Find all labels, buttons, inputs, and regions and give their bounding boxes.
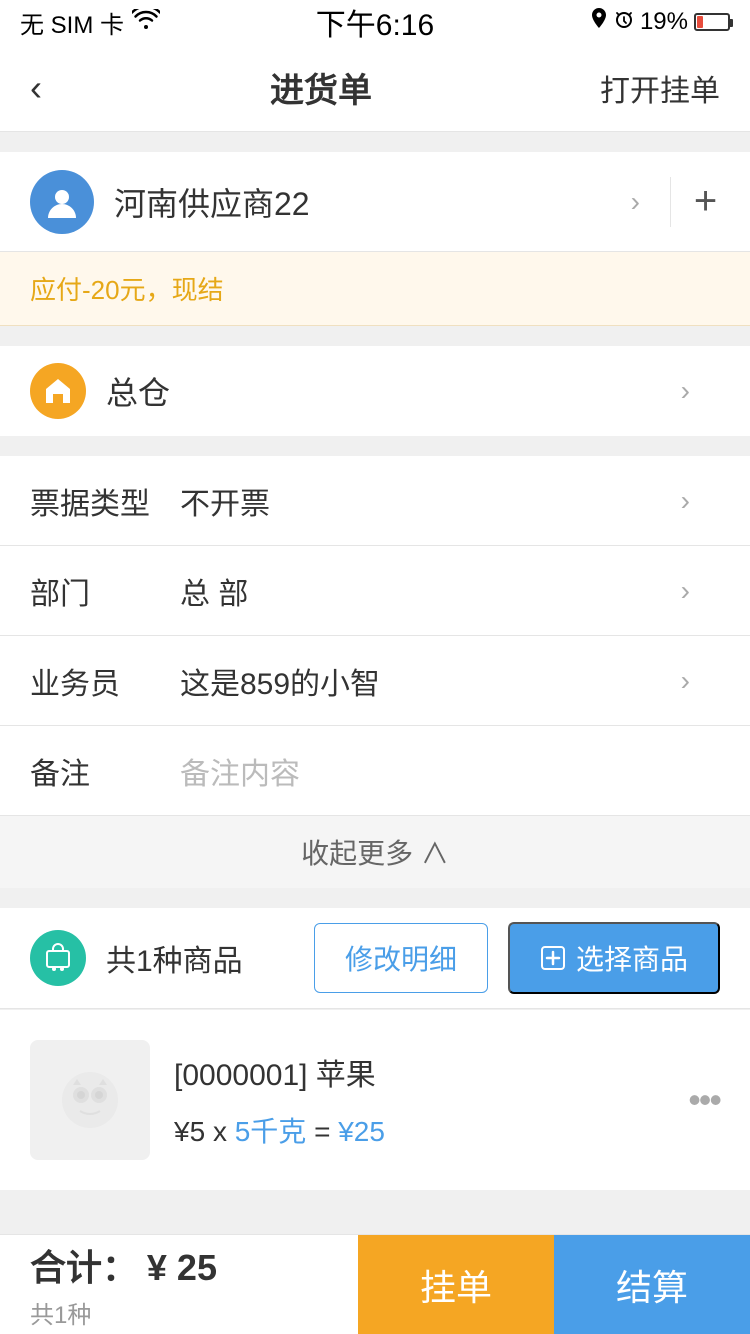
nav-bar: ‹ 进货单 打开挂单	[0, 44, 750, 132]
owl-logo-icon	[55, 1065, 125, 1135]
location-icon	[590, 8, 608, 37]
staff-row[interactable]: 业务员 这是859的小智 ›	[0, 636, 750, 726]
product-info: [0000001] 苹果 ¥5 x 5千克 = ¥25	[174, 1050, 688, 1150]
invoice-value: 不开票	[170, 479, 681, 523]
total-amount: 合计： ¥ 25	[30, 1239, 328, 1291]
supplier-chevron-icon: ›	[631, 186, 640, 218]
warehouse-row[interactable]: 总仓 ›	[0, 346, 750, 436]
dept-chevron-icon: ›	[681, 575, 690, 607]
warehouse-name: 总仓	[106, 368, 681, 414]
supplier-row[interactable]: 河南供应商22 › +	[0, 152, 750, 252]
wifi-icon	[132, 8, 160, 36]
invoice-chevron-icon: ›	[681, 485, 690, 517]
hang-button[interactable]: 挂单	[358, 1235, 554, 1334]
page-title: 进货单	[270, 63, 372, 112]
supplier-avatar	[30, 170, 94, 234]
product-icon	[30, 930, 86, 986]
dept-label: 部门	[30, 569, 170, 613]
notice-text: 应付-20元，现结	[30, 275, 224, 305]
more-options-button[interactable]: •••	[688, 1079, 720, 1121]
staff-chevron-icon: ›	[681, 665, 690, 697]
status-bar: 无 SIM 卡 下午6:16 19%	[0, 0, 750, 44]
invoice-row[interactable]: 票据类型 不开票 ›	[0, 456, 750, 546]
remark-row[interactable]: 备注 备注内容	[0, 726, 750, 816]
alarm-icon	[614, 8, 634, 36]
checkout-button[interactable]: 结算	[554, 1235, 750, 1334]
select-icon	[540, 945, 566, 971]
select-product-button[interactable]: 选择商品	[508, 922, 720, 994]
product-price: ¥5 x 5千克 = ¥25	[174, 1110, 688, 1150]
total-count: 共1种	[30, 1295, 328, 1330]
separator3	[0, 436, 750, 456]
product-name: [0000001] 苹果	[174, 1050, 688, 1094]
staff-label: 业务员	[30, 659, 170, 703]
separator2	[0, 326, 750, 346]
status-right: 19%	[590, 8, 730, 37]
product-item: [0000001] 苹果 ¥5 x 5千克 = ¥25 •••	[0, 1010, 750, 1190]
status-carrier: 无 SIM 卡	[20, 5, 160, 40]
separator4	[0, 888, 750, 908]
status-time: 下午6:16	[316, 0, 434, 44]
modify-detail-button[interactable]: 修改明细	[314, 923, 488, 993]
select-btn-label: 选择商品	[576, 938, 688, 978]
carrier-text: 无 SIM 卡	[20, 5, 124, 40]
dept-value: 总 部	[170, 569, 681, 613]
qty-value: 5千克	[235, 1116, 307, 1147]
home-icon	[43, 376, 73, 406]
price-value: ¥5	[174, 1116, 205, 1147]
add-button[interactable]: +	[670, 177, 720, 227]
battery-icon	[694, 13, 730, 31]
staff-value: 这是859的小智	[170, 659, 681, 703]
product-count: 共1种商品	[106, 936, 314, 980]
total-value: ¥25	[338, 1116, 385, 1147]
total-bar: 合计： ¥ 25 共1种 挂单 结算	[0, 1234, 750, 1334]
remark-label: 备注	[30, 749, 170, 793]
notice-banner: 应付-20元，现结	[0, 252, 750, 326]
dept-row[interactable]: 部门 总 部 ›	[0, 546, 750, 636]
invoice-label: 票据类型	[30, 479, 170, 523]
product-header: 共1种商品 修改明细 选择商品	[0, 908, 750, 1008]
total-info: 合计： ¥ 25 共1种	[0, 1239, 358, 1330]
remark-value: 备注内容	[170, 749, 720, 793]
warehouse-chevron-icon: ›	[681, 375, 690, 407]
cart-icon	[43, 943, 73, 973]
supplier-section: 河南供应商22 › + 应付-20元，现结	[0, 152, 750, 326]
person-icon	[44, 184, 80, 220]
back-button[interactable]: ‹	[30, 67, 42, 109]
collapse-row[interactable]: 收起更多 ∧	[0, 816, 750, 888]
warehouse-icon	[30, 363, 86, 419]
warehouse-section: 总仓 ›	[0, 346, 750, 436]
supplier-name: 河南供应商22	[114, 179, 631, 225]
separator	[0, 132, 750, 152]
open-hang-button[interactable]: 打开挂单	[600, 66, 720, 110]
form-section: 票据类型 不开票 › 部门 总 部 › 业务员 这是859的小智 › 备注 备注…	[0, 456, 750, 816]
collapse-text: 收起更多 ∧	[301, 832, 449, 872]
product-thumbnail	[30, 1040, 150, 1160]
battery-percent: 19%	[640, 8, 688, 36]
separator5	[0, 1008, 750, 1009]
